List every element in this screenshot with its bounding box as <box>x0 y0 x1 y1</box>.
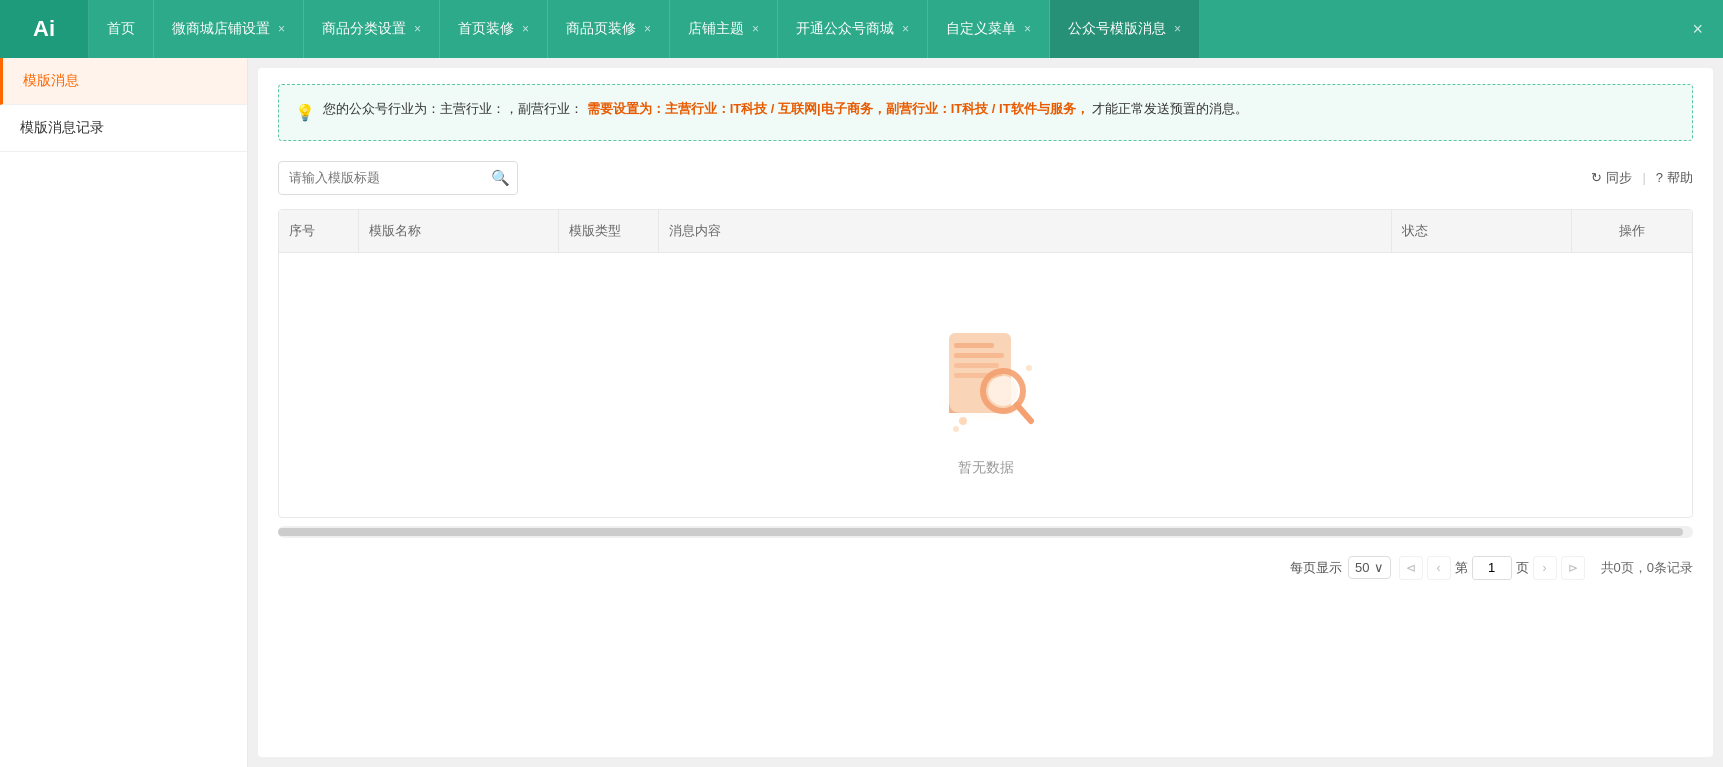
help-label: 帮助 <box>1667 169 1693 187</box>
nav-tab-shop-settings-label: 微商城店铺设置 <box>172 20 270 38</box>
svg-rect-2 <box>954 343 994 348</box>
close-all-tabs-button[interactable]: × <box>1672 19 1723 40</box>
nav-tab-home-label: 首页 <box>107 20 135 38</box>
page-size-select: 每页显示 50 ∨ <box>1290 556 1390 579</box>
close-open-mall-tab[interactable]: × <box>902 22 909 36</box>
page-label: 第 <box>1455 559 1468 577</box>
nav-tab-home-decor[interactable]: 首页装修 × <box>440 0 548 58</box>
prev-page-button[interactable]: ‹ <box>1427 556 1451 580</box>
search-icon[interactable]: 🔍 <box>491 169 510 187</box>
th-type: 模版类型 <box>559 210 659 252</box>
svg-rect-4 <box>954 363 999 368</box>
last-page-button[interactable]: ⊳ <box>1561 556 1585 580</box>
nav-tab-custom-menu[interactable]: 自定义菜单 × <box>928 0 1050 58</box>
nav-tab-shop-theme-label: 店铺主题 <box>688 20 744 38</box>
search-bar: 🔍 ↻ 同步 | ? 帮助 <box>278 161 1693 195</box>
current-page-input[interactable] <box>1472 556 1512 580</box>
nav-tab-product-decor-label: 商品页装修 <box>566 20 636 38</box>
th-index: 序号 <box>279 210 359 252</box>
close-product-decor-tab[interactable]: × <box>644 22 651 36</box>
search-input-wrap: 🔍 <box>278 161 518 195</box>
nav-tab-shop-settings[interactable]: 微商城店铺设置 × <box>154 0 304 58</box>
nav-tab-home[interactable]: 首页 <box>89 0 154 58</box>
svg-point-7 <box>988 376 1018 406</box>
page-navigation: ⊲ ‹ 第 页 › ⊳ <box>1399 556 1585 580</box>
sidebar: 模版消息 模版消息记录 <box>0 58 248 767</box>
empty-text: 暂无数据 <box>958 459 1014 477</box>
first-page-button[interactable]: ⊲ <box>1399 556 1423 580</box>
app-logo: Ai <box>0 0 89 58</box>
empty-icon <box>921 313 1051 443</box>
th-action: 操作 <box>1572 210 1692 252</box>
nav-tab-shop-theme[interactable]: 店铺主题 × <box>670 0 778 58</box>
nav-tab-category-label: 商品分类设置 <box>322 20 406 38</box>
close-shop-theme-tab[interactable]: × <box>752 22 759 36</box>
nav-tab-template-msg[interactable]: 公众号模版消息 × <box>1050 0 1200 58</box>
close-custom-menu-tab[interactable]: × <box>1024 22 1031 36</box>
close-category-tab[interactable]: × <box>414 22 421 36</box>
horizontal-scrollbar[interactable] <box>278 526 1693 538</box>
notice-text: 您的公众号行业为：主营行业：，副营行业： 需要设置为：主营行业：IT科技 / 互… <box>323 99 1248 120</box>
pagination: 每页显示 50 ∨ ⊲ ‹ 第 页 › ⊳ 共0页，0条记录 <box>278 546 1693 584</box>
table-header: 序号 模版名称 模版类型 消息内容 状态 操作 <box>279 210 1692 253</box>
nav-tab-template-msg-label: 公众号模版消息 <box>1068 20 1166 38</box>
page-unit: 页 <box>1516 559 1529 577</box>
search-input[interactable] <box>278 161 518 195</box>
next-page-button[interactable]: › <box>1533 556 1557 580</box>
sync-button[interactable]: ↻ 同步 <box>1591 169 1632 187</box>
svg-rect-3 <box>954 353 1004 358</box>
sidebar-item-template-msg-label: 模版消息 <box>23 72 79 88</box>
close-home-decor-tab[interactable]: × <box>522 22 529 36</box>
close-shop-settings-tab[interactable]: × <box>278 22 285 36</box>
toolbar-divider: | <box>1642 170 1645 185</box>
notice-highlight: 需要设置为：主营行业：IT科技 / 互联网|电子商务，副营行业：IT科技 / I… <box>587 101 1089 116</box>
page-total-info: 共0页，0条记录 <box>1601 559 1693 577</box>
svg-point-11 <box>1026 365 1032 371</box>
th-status: 状态 <box>1392 210 1572 252</box>
help-button[interactable]: ? 帮助 <box>1656 169 1693 187</box>
notice-box: 💡 您的公众号行业为：主营行业：，副营行业： 需要设置为：主营行业：IT科技 /… <box>278 84 1693 141</box>
page-size-dropdown[interactable]: 50 ∨ <box>1348 556 1390 579</box>
scrollbar-thumb <box>278 528 1683 536</box>
sidebar-item-template-msg-log[interactable]: 模版消息记录 <box>0 105 247 152</box>
help-icon: ? <box>1656 170 1663 185</box>
nav-tab-open-mall-label: 开通公众号商城 <box>796 20 894 38</box>
sidebar-item-template-msg-log-label: 模版消息记录 <box>20 119 104 135</box>
sidebar-item-template-msg[interactable]: 模版消息 <box>0 58 247 105</box>
nav-tab-home-decor-label: 首页装修 <box>458 20 514 38</box>
sync-label: 同步 <box>1606 169 1632 187</box>
sync-help-group: ↻ 同步 | ? 帮助 <box>1591 169 1693 187</box>
sync-icon: ↻ <box>1591 170 1602 185</box>
svg-point-9 <box>959 417 967 425</box>
nav-tab-product-decor[interactable]: 商品页装修 × <box>548 0 670 58</box>
notice-text-before: 您的公众号行业为：主营行业：，副营行业： <box>323 101 583 116</box>
close-template-msg-tab[interactable]: × <box>1174 22 1181 36</box>
page-size-value: 50 <box>1355 560 1369 575</box>
nav-tab-custom-menu-label: 自定义菜单 <box>946 20 1016 38</box>
nav-tab-open-mall[interactable]: 开通公众号商城 × <box>778 0 928 58</box>
notice-icon: 💡 <box>295 100 315 126</box>
data-table: 序号 模版名称 模版类型 消息内容 状态 操作 <box>278 209 1693 518</box>
main-layout: 模版消息 模版消息记录 💡 您的公众号行业为：主营行业：，副营行业： 需要设置为… <box>0 58 1723 767</box>
page-size-label: 每页显示 <box>1290 559 1342 577</box>
top-nav: Ai 首页 微商城店铺设置 × 商品分类设置 × 首页装修 × 商品页装修 × … <box>0 0 1723 58</box>
nav-tab-category-settings[interactable]: 商品分类设置 × <box>304 0 440 58</box>
th-content: 消息内容 <box>659 210 1392 252</box>
th-name: 模版名称 <box>359 210 559 252</box>
empty-state: 暂无数据 <box>279 253 1692 517</box>
chevron-down-icon: ∨ <box>1374 560 1384 575</box>
content-area: 💡 您的公众号行业为：主营行业：，副营行业： 需要设置为：主营行业：IT科技 /… <box>258 68 1713 757</box>
svg-point-10 <box>953 426 959 432</box>
notice-text-after: 才能正常发送预置的消息。 <box>1092 101 1248 116</box>
